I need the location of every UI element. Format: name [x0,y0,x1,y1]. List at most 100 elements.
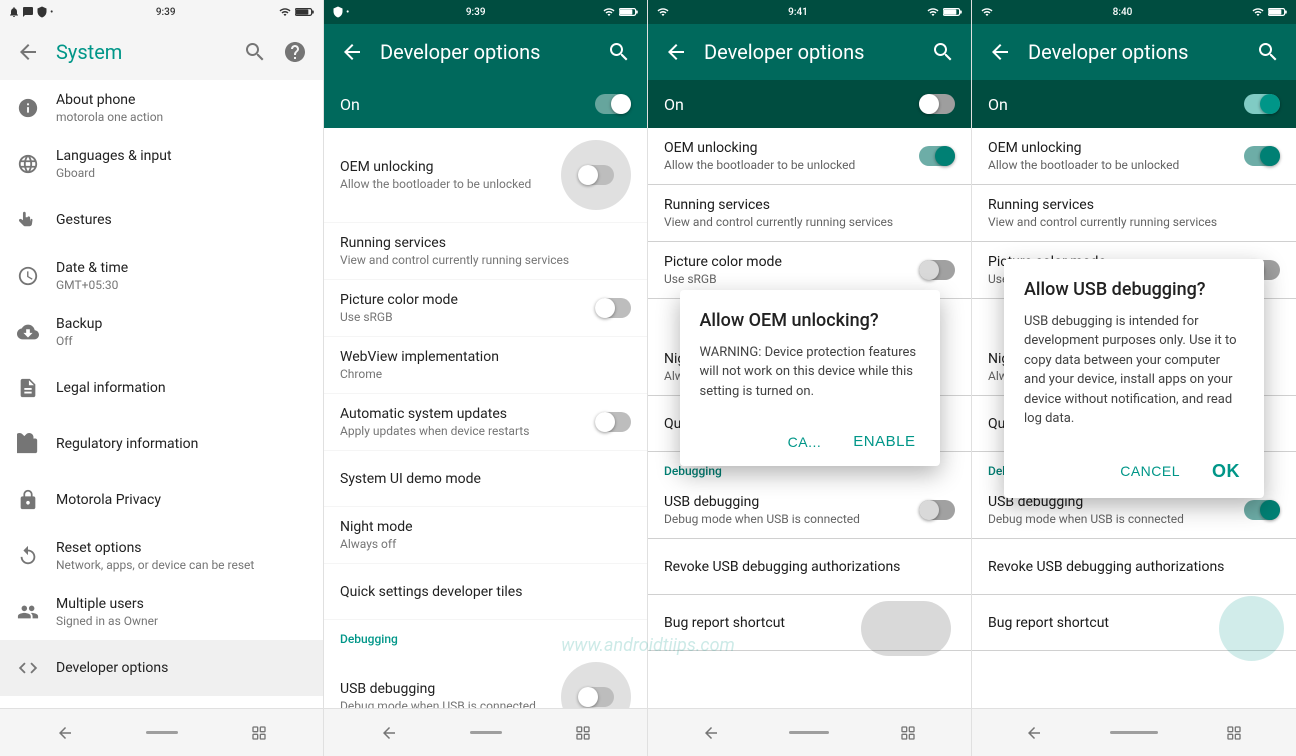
app-bar-2: Developer options [324,24,647,80]
dev-row-quick-tiles[interactable]: Quick settings developer tiles [324,564,647,620]
oem-toggle-container [561,140,631,210]
dev-row-picture-color[interactable]: Picture color mode Use sRGB [324,280,647,337]
settings-item-users-title: Multiple users [56,596,307,612]
developer-icon [16,656,40,680]
settings-item-languages[interactable]: Languages & input Gboard [0,136,323,192]
status-bar-2: • 9:39 [324,0,647,24]
nav-back-1[interactable] [49,717,81,749]
settings-item-datetime-subtitle: GMT+05:30 [56,278,307,292]
dev-row-webview[interactable]: WebView implementation Chrome [324,337,647,394]
settings-item-regulatory-content: Regulatory information [56,436,307,452]
settings-item-languages-title: Languages & input [56,148,307,164]
legal-icon [16,376,40,400]
settings-item-motorola-privacy-content: Motorola Privacy [56,492,307,508]
picture-color-toggle[interactable] [595,298,631,318]
oem-cancel-button[interactable]: Ca... [776,425,834,458]
oem-dialog-title: Allow OEM unlocking? [680,290,940,343]
dev-row-running[interactable]: Running services View and control curren… [324,223,647,280]
sms-icon [22,6,34,18]
settings-item-backup-subtitle: Off [56,334,307,348]
settings-item-backup-content: Backup Off [56,316,307,348]
back-button-2[interactable] [340,40,364,64]
settings-item-developer[interactable]: Developer options [0,640,323,696]
settings-item-legal[interactable]: Legal information [0,360,323,416]
ok-circle-highlight [1219,596,1284,661]
oem-enable-button[interactable]: Enable [841,425,927,458]
app-bar-title-2: Developer options [380,40,591,64]
battery-icon-2 [619,6,639,18]
dev-row-auto-updates-title: Automatic system updates [340,406,595,422]
settings-item-reset-content: Reset options Network, apps, or device c… [56,540,307,572]
nav-back-2[interactable] [373,717,405,749]
usb-dialog-body: USB debugging is intended for developmen… [1004,312,1264,445]
settings-item-reset-title: Reset options [56,540,307,556]
dev-row-webview-content: WebView implementation Chrome [340,349,631,381]
settings-item-backup[interactable]: Backup Off [0,304,323,360]
oem-dialog: Allow OEM unlocking? WARNING: Device pro… [680,290,940,467]
oem-toggle[interactable] [578,165,614,185]
dev-row-oem-title: OEM unlocking [340,159,561,175]
auto-updates-toggle[interactable] [595,412,631,432]
settings-item-legal-title: Legal information [56,380,307,396]
help-button-1[interactable] [283,40,307,64]
settings-item-datetime[interactable]: Date & time GMT+05:30 [0,248,323,304]
settings-item-reset-subtitle: Network, apps, or device can be reset [56,558,307,572]
language-icon [16,152,40,176]
settings-item-backup-title: Backup [56,316,307,332]
dev-row-oem[interactable]: OEM unlocking Allow the bootloader to be… [324,128,647,223]
settings-item-about-phone-content: About phone motorola one action [56,92,307,124]
usb-toggle[interactable] [578,687,614,707]
backup-icon [16,320,40,344]
developer-toggle-2[interactable] [595,94,631,114]
dev-row-night-mode[interactable]: Night mode Always off [324,507,647,564]
settings-item-system-updates[interactable]: System updates Updated to Android 9 [0,696,323,708]
usb-ok-button[interactable]: OK [1200,453,1252,490]
usb-toggle-thumb [578,687,598,707]
usb-cancel-button[interactable]: Cancel [1108,453,1192,490]
settings-item-datetime-title: Date & time [56,260,307,276]
settings-item-languages-subtitle: Gboard [56,166,307,180]
oem-dialog-backdrop: Allow OEM unlocking? WARNING: Device pro… [648,0,971,756]
status-time-1: 9:39 [156,7,176,18]
settings-item-regulatory[interactable]: Regulatory information [0,416,323,472]
settings-item-regulatory-title: Regulatory information [56,436,307,452]
dev-row-usb-debug-content: USB debugging Debug mode when USB is con… [340,681,561,708]
search-button-2[interactable] [607,40,631,64]
settings-item-developer-content: Developer options [56,660,307,676]
dev-row-running-subtitle: View and control currently running servi… [340,253,631,267]
settings-item-users[interactable]: Multiple users Signed in as Owner [0,584,323,640]
on-row-2[interactable]: On [324,80,647,128]
back-button-1[interactable] [16,40,40,64]
oem-toggle-thumb [578,165,598,185]
dot-2: • [346,7,349,18]
usb-toggle-container [561,662,631,708]
nav-home-1[interactable] [146,731,178,734]
dev-row-running-title: Running services [340,235,631,251]
dev-row-ui-demo[interactable]: System UI demo mode [324,451,647,507]
settings-item-reset[interactable]: Reset options Network, apps, or device c… [0,528,323,584]
settings-item-legal-content: Legal information [56,380,307,396]
dev-row-usb-debug[interactable]: USB debugging Debug mode when USB is con… [324,650,647,708]
nav-recents-2[interactable] [567,717,599,749]
clock-icon [16,264,40,288]
oem-dialog-body: WARNING: Device protection features will… [680,343,940,418]
status-right-icons-1 [278,6,315,18]
search-button-1[interactable] [243,40,267,64]
settings-item-gestures[interactable]: Gestures [0,192,323,248]
info-icon [16,96,40,120]
status-time-2: 9:39 [466,7,486,18]
nav-home-2[interactable] [470,731,502,734]
dot-1: • [50,7,53,18]
usb-dialog-actions: Cancel OK [1004,445,1264,498]
nav-recents-1[interactable] [243,717,275,749]
settings-item-about-phone-title: About phone [56,92,307,108]
settings-item-datetime-content: Date & time GMT+05:30 [56,260,307,292]
users-icon [16,600,40,624]
dev-row-quick-tiles-content: Quick settings developer tiles [340,584,631,600]
settings-item-motorola-privacy[interactable]: Motorola Privacy [0,472,323,528]
dev-row-auto-updates[interactable]: Automatic system updates Apply updates w… [324,394,647,451]
dev-row-usb-debug-subtitle: Debug mode when USB is connected [340,699,561,708]
status-left-icons-2: • [332,6,349,18]
settings-item-about-phone[interactable]: About phone motorola one action [0,80,323,136]
settings-item-languages-content: Languages & input Gboard [56,148,307,180]
